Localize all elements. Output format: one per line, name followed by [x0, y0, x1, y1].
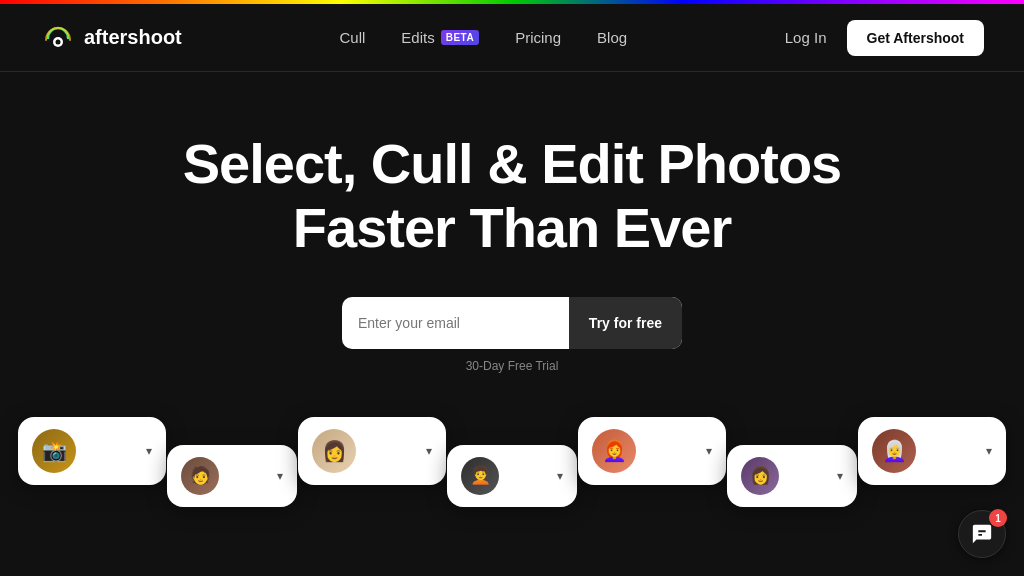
nav-blog[interactable]: Blog: [597, 29, 627, 46]
avatar-card-2[interactable]: 🧑 ▾: [167, 445, 297, 507]
logo-text: aftershoot: [84, 26, 182, 49]
avatar-card-3[interactable]: 👩 ▾: [298, 417, 446, 485]
chevron-down-icon-6: ▾: [837, 469, 843, 483]
avatar-card-5[interactable]: 👩‍🦰 ▾: [578, 417, 726, 485]
logo-icon: [40, 20, 76, 56]
chevron-down-icon-5: ▾: [706, 444, 712, 458]
avatar-image-5: 👩‍🦰: [592, 429, 636, 473]
support-badge: 1: [989, 509, 1007, 527]
hero-section: Select, Cull & Edit Photos Faster Than E…: [0, 72, 1024, 537]
nav-cull[interactable]: Cull: [340, 29, 366, 46]
try-free-button[interactable]: Try for free: [569, 297, 682, 349]
nav-edits-label: Edits: [401, 29, 434, 46]
chevron-down-icon-2: ▾: [277, 469, 283, 483]
get-aftershoot-button[interactable]: Get Aftershoot: [847, 20, 984, 56]
support-icon: [971, 523, 993, 545]
chevron-down-icon-7: ▾: [986, 444, 992, 458]
avatar-card-1[interactable]: 📸 ▾: [18, 417, 166, 485]
chevron-down-icon-1: ▾: [146, 444, 152, 458]
avatar-image-2: 🧑: [181, 457, 219, 495]
avatars-row: 📸 ▾ 🧑 ▾ 👩 ▾ 🧑‍🦱 ▾ �: [0, 417, 1024, 537]
avatar-image-7: 👩‍🦳: [872, 429, 916, 473]
navbar: aftershoot Cull Edits BETA Pricing Blog …: [0, 4, 1024, 72]
email-input[interactable]: [342, 297, 569, 349]
hero-title-line2: Faster Than Ever: [293, 196, 731, 259]
nav-pricing[interactable]: Pricing: [515, 29, 561, 46]
chevron-down-icon-4: ▾: [557, 469, 563, 483]
hero-title: Select, Cull & Edit Photos Faster Than E…: [183, 132, 842, 261]
avatar-image-6: 👩: [741, 457, 779, 495]
svg-point-2: [56, 39, 61, 44]
nav-actions: Log In Get Aftershoot: [785, 20, 984, 56]
avatar-card-7[interactable]: 👩‍🦳 ▾: [858, 417, 1006, 485]
nav-edits[interactable]: Edits BETA: [401, 29, 479, 46]
avatar-card-6[interactable]: 👩 ▾: [727, 445, 857, 507]
support-widget[interactable]: 1: [958, 510, 1006, 558]
email-form: Try for free: [342, 297, 682, 349]
login-button[interactable]: Log In: [785, 29, 827, 46]
chevron-down-icon-3: ▾: [426, 444, 432, 458]
nav-links: Cull Edits BETA Pricing Blog: [340, 29, 628, 46]
avatar-card-4[interactable]: 🧑‍🦱 ▾: [447, 445, 577, 507]
avatar-image-4: 🧑‍🦱: [461, 457, 499, 495]
logo[interactable]: aftershoot: [40, 20, 182, 56]
hero-title-line1: Select, Cull & Edit Photos: [183, 132, 842, 195]
avatar-image-1: 📸: [32, 429, 76, 473]
beta-badge: BETA: [441, 30, 479, 45]
free-trial-label: 30-Day Free Trial: [466, 359, 559, 373]
avatar-image-3: 👩: [312, 429, 356, 473]
